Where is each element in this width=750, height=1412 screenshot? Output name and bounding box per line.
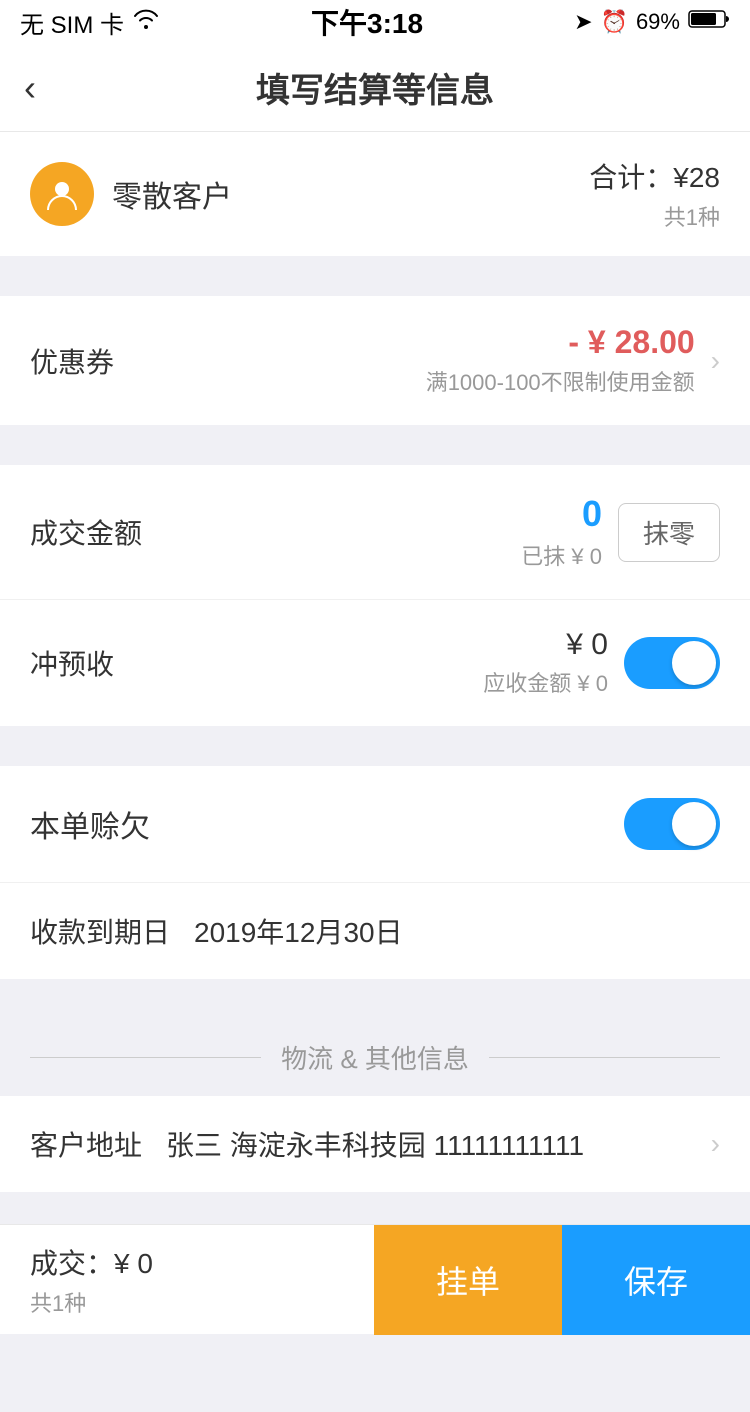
- address-value: 张三 海淀永丰科技园 11111111111: [166, 1124, 711, 1164]
- customer-section: 零散客户 合计：¥28 共1种: [0, 132, 750, 256]
- no-sim-label: 无 SIM 卡: [20, 5, 124, 40]
- bottom-bar: 成交：¥ 0 共1种 挂单 保存: [0, 1224, 750, 1334]
- bottom-count: 共1种: [30, 1286, 374, 1318]
- coupon-discount: - ¥ 28.00: [426, 324, 695, 361]
- coupon-desc: 满1000-100不限制使用金额: [426, 365, 695, 397]
- coupon-section: 优惠券 - ¥ 28.00 满1000-100不限制使用金额 ›: [0, 296, 750, 425]
- address-row[interactable]: 客户地址 张三 海淀永丰科技园 11111111111 ›: [0, 1096, 750, 1192]
- toggle-knob: [672, 641, 716, 685]
- bottom-deal-label: 成交：: [30, 1248, 114, 1279]
- address-label: 客户地址: [30, 1124, 142, 1164]
- coupon-value-block: - ¥ 28.00 满1000-100不限制使用金额: [426, 324, 695, 397]
- deal-prepay-section: 成交金额 0 已抹 ¥ 0 抹零 冲预收 ¥ 0 应收金额 ¥ 0: [0, 465, 750, 726]
- alarm-icon: ⏰: [601, 9, 628, 35]
- prepayment-toggle[interactable]: [624, 637, 720, 689]
- coupon-right: - ¥ 28.00 满1000-100不限制使用金额 ›: [426, 324, 720, 397]
- customer-count: 共1种: [589, 200, 720, 232]
- address-chevron-icon: ›: [711, 1128, 720, 1160]
- back-button[interactable]: ‹: [24, 67, 36, 109]
- logistics-label: 物流 & 其他信息: [281, 1039, 469, 1076]
- debt-toggle[interactable]: [624, 798, 720, 850]
- debt-toggle-knob: [672, 802, 716, 846]
- prepay-receivable: 应收金额 ¥ 0: [483, 666, 608, 698]
- logistics-header: 物流 & 其他信息: [0, 1019, 750, 1096]
- wifi-icon: [132, 8, 160, 36]
- prepayment-value-block: ¥ 0 应收金额 ¥ 0: [483, 628, 608, 698]
- customer-name: 零散客户: [112, 172, 232, 216]
- status-time: 下午3:18: [311, 2, 423, 42]
- prepay-amount: ¥ 0: [483, 628, 608, 662]
- already-rounded: 已抹 ¥ 0: [521, 539, 602, 571]
- status-bar: 无 SIM 卡 下午3:18 ➤ ⏰ 69%: [0, 0, 750, 44]
- battery-icon: [688, 8, 730, 36]
- prepayment-row: 冲预收 ¥ 0 应收金额 ¥ 0: [0, 600, 750, 726]
- customer-avatar: [30, 162, 94, 226]
- deal-amount-label: 成交金额: [30, 512, 142, 552]
- due-date-label: 收款到期日: [30, 911, 170, 951]
- status-right: ➤ ⏰ 69%: [574, 8, 730, 36]
- deal-amount-value-block: 0 已抹 ¥ 0: [521, 493, 602, 571]
- round-button[interactable]: 抹零: [618, 503, 720, 562]
- address-section: 客户地址 张三 海淀永丰科技园 11111111111 ›: [0, 1096, 750, 1192]
- hold-button[interactable]: 挂单: [374, 1225, 562, 1335]
- customer-row: 零散客户 合计：¥28 共1种: [0, 132, 750, 256]
- prepayment-right: ¥ 0 应收金额 ¥ 0: [483, 628, 720, 698]
- deal-amount-right: 0 已抹 ¥ 0 抹零: [521, 493, 720, 571]
- bottom-deal: 成交：¥ 0: [30, 1242, 374, 1282]
- customer-left: 零散客户: [30, 162, 232, 226]
- location-icon: ➤: [574, 9, 592, 35]
- debt-label: 本单赊欠: [30, 802, 150, 846]
- customer-total: 合计：¥28: [589, 156, 720, 196]
- deal-amount-value[interactable]: 0: [521, 493, 602, 535]
- nav-bar: ‹ 填写结算等信息: [0, 44, 750, 132]
- due-date-value[interactable]: 2019年12月30日: [194, 911, 403, 951]
- save-button[interactable]: 保存: [562, 1225, 750, 1335]
- battery-label: 69%: [636, 9, 680, 35]
- chevron-right-icon: ›: [711, 345, 720, 377]
- coupon-label: 优惠券: [30, 341, 114, 381]
- content: 零散客户 合计：¥28 共1种 优惠券 - ¥ 28.00 满1000-100不…: [0, 132, 750, 1412]
- bottom-deal-value: ¥ 0: [114, 1248, 153, 1279]
- prepayment-label: 冲预收: [30, 643, 114, 683]
- deal-amount-row: 成交金额 0 已抹 ¥ 0 抹零: [0, 465, 750, 600]
- customer-summary: 合计：¥28 共1种: [589, 156, 720, 232]
- coupon-row[interactable]: 优惠券 - ¥ 28.00 满1000-100不限制使用金额 ›: [0, 296, 750, 425]
- status-left: 无 SIM 卡: [20, 5, 160, 40]
- bottom-summary: 成交：¥ 0 共1种: [0, 1242, 374, 1318]
- debt-section: 本单赊欠 收款到期日 2019年12月30日: [0, 766, 750, 979]
- due-date-row: 收款到期日 2019年12月30日: [0, 883, 750, 979]
- debt-row: 本单赊欠: [0, 766, 750, 883]
- page-title: 填写结算等信息: [256, 63, 494, 112]
